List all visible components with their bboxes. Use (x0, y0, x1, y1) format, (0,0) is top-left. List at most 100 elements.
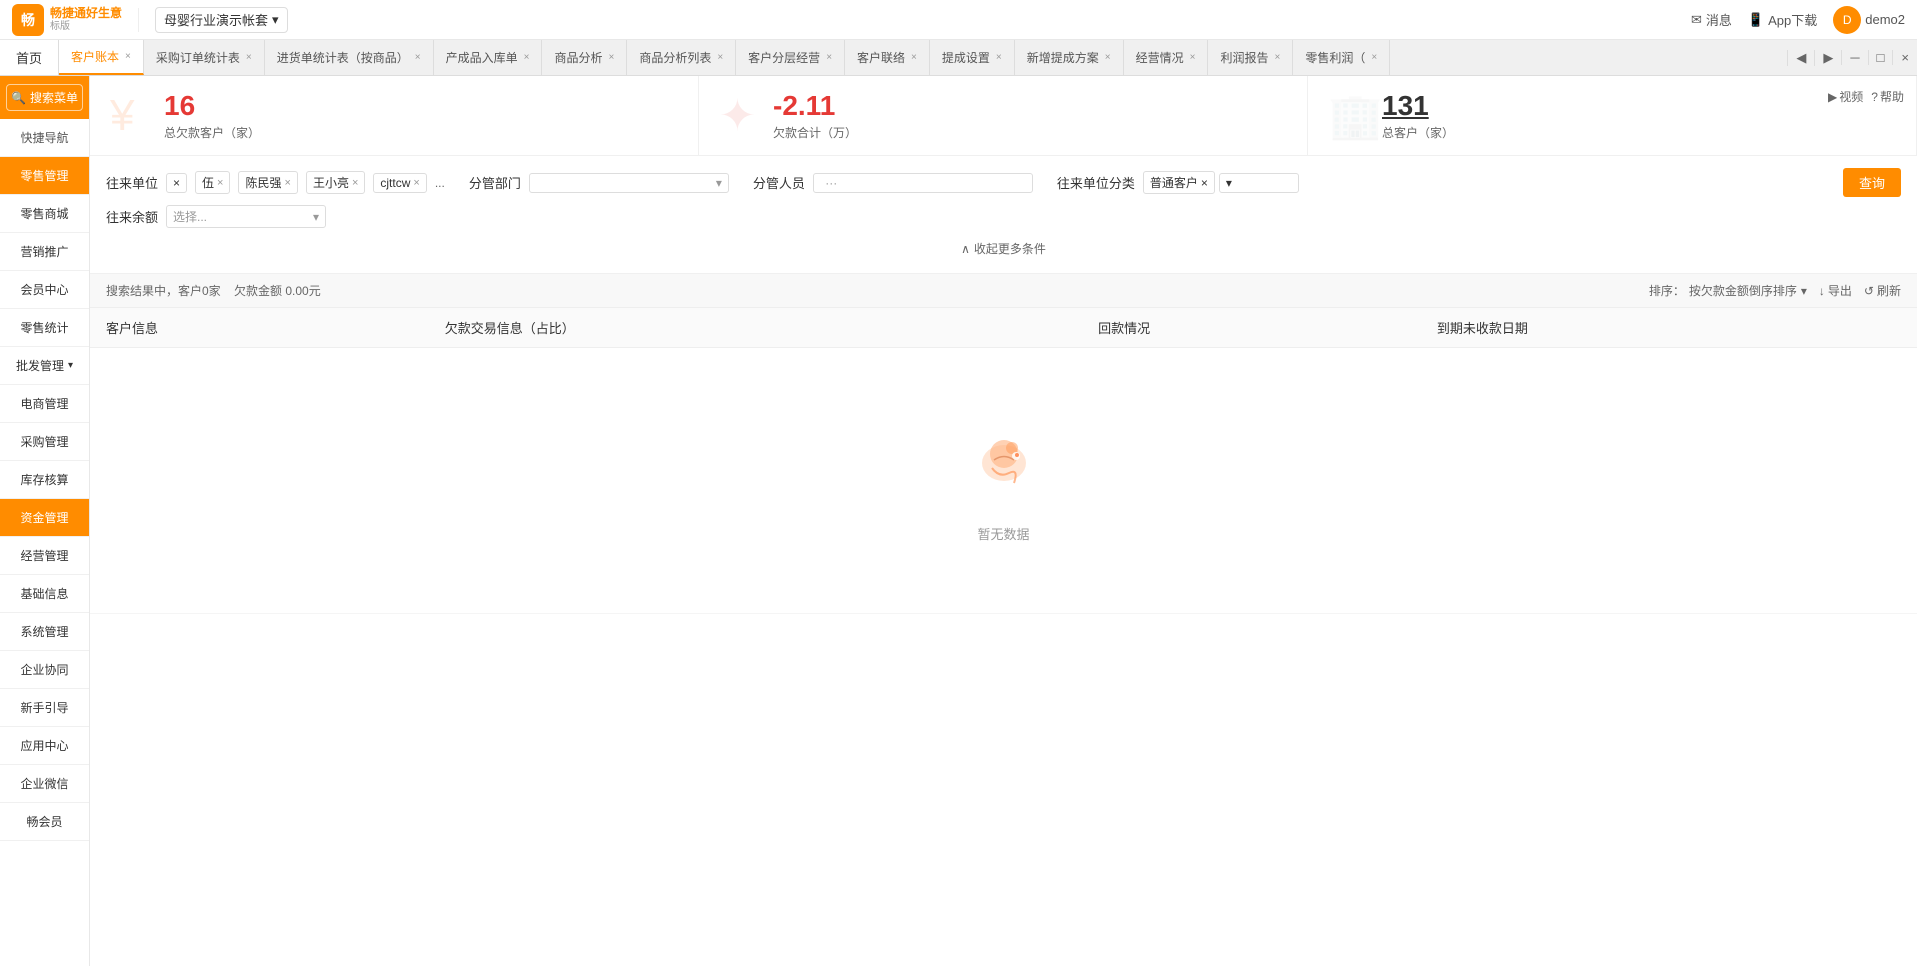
close-tag-cjttcw[interactable]: × (413, 177, 419, 189)
tab-add-plan[interactable]: 新增提成方案 × (1015, 40, 1124, 75)
sidebar-item-marketing[interactable]: 营销推广 (0, 233, 89, 271)
sidebar-item-vip[interactable]: 畅会员 (0, 803, 89, 841)
filter-tag-unit-placeholder: × (166, 173, 187, 193)
empty-text: 暂无数据 (977, 524, 1029, 543)
col-overdue-info: 欠款交易信息（占比） (429, 308, 1082, 348)
tab-product-in[interactable]: 产成品入库单 × (434, 40, 543, 75)
help-btn[interactable]: ? 帮助 (1871, 88, 1904, 105)
sidebar-item-member[interactable]: 会员中心 (0, 271, 89, 309)
video-btn[interactable]: ▶ 视频 (1828, 88, 1863, 105)
stat-right-actions: ▶ 视频 ? 帮助 (1828, 88, 1904, 105)
tab-close-promotion[interactable]: × (996, 52, 1002, 63)
tab-nav-next[interactable]: ▶ (1814, 50, 1841, 66)
collapse-btn[interactable]: ∧ 收起更多条件 (961, 240, 1046, 257)
tab-maximize[interactable]: □ (1868, 50, 1893, 65)
stat-all-customers: 🏢 131 总客户（家） ▶ 视频 ? 帮助 (1308, 76, 1917, 155)
tab-close-purchase[interactable]: × (246, 52, 252, 63)
sidebar-item-system[interactable]: 系统管理 (0, 613, 89, 651)
stat-value-amount: -2.11 (773, 90, 857, 122)
sidebar-item-retail-mgmt[interactable]: 零售管理 (0, 157, 89, 195)
tab-close-plan[interactable]: × (1105, 52, 1111, 63)
classify-tag: 普通客户 × (1143, 171, 1215, 194)
stat-value-all: 131 (1382, 90, 1454, 122)
sidebar-item-inventory[interactable]: 库存核算 (0, 461, 89, 499)
tab-minimize[interactable]: ─ (1841, 50, 1867, 65)
tab-bar: 首页 客户账本 × 采购订单统计表 × 进货单统计表（按商品） × 产成品入库单… (0, 40, 1917, 76)
tab-close-contact[interactable]: × (911, 52, 917, 63)
stat-value-customers: 16 (164, 90, 260, 122)
sidebar-item-app-center[interactable]: 应用中心 (0, 727, 89, 765)
tab-customer-book[interactable]: 客户账本 × (59, 40, 144, 75)
close-tag-wu[interactable]: × (217, 177, 223, 189)
tab-close-stock[interactable]: × (415, 52, 421, 63)
balance-input[interactable]: 选择... ▾ (166, 205, 326, 228)
sidebar-item-capital[interactable]: 资金管理 (0, 499, 89, 537)
tab-close-all[interactable]: × (1892, 50, 1917, 65)
sidebar-item-ecommerce[interactable]: 电商管理 (0, 385, 89, 423)
tab-product-analysis[interactable]: 商品分析 × (542, 40, 627, 75)
tab-profit[interactable]: 利润报告 × (1208, 40, 1293, 75)
sidebar-item-wholesale[interactable]: 批发管理 ▾ (0, 347, 89, 385)
search-icon: 🔍 (11, 91, 26, 105)
tab-close-profit[interactable]: × (1274, 52, 1280, 63)
user-avatar[interactable]: D demo2 (1833, 6, 1905, 34)
store-selector[interactable]: 母婴行业演示帐套 ▾ (155, 7, 288, 33)
message-btn[interactable]: ✉ 消息 (1691, 10, 1732, 29)
result-bar: 搜索结果中，客户0家 欠款金额 0.00元 排序： 按欠款金额倒序排序 ▾ ↓ … (90, 274, 1917, 308)
tab-product-analysis-list[interactable]: 商品分析列表 × (627, 40, 736, 75)
sidebar-item-retail-mall[interactable]: 零售商城 (0, 195, 89, 233)
tab-close-operations[interactable]: × (1190, 52, 1196, 63)
sidebar-item-quick-nav[interactable]: 快捷导航 (0, 119, 89, 157)
close-classify[interactable]: × (1201, 176, 1208, 190)
sidebar-item-basic-info[interactable]: 基础信息 (0, 575, 89, 613)
empty-row: 暂无数据 (90, 348, 1917, 614)
sort-selector[interactable]: 排序： 按欠款金额倒序排序 ▾ (1649, 282, 1807, 299)
tab-operations[interactable]: 经营情况 × (1124, 40, 1209, 75)
refresh-btn[interactable]: ↺ 刷新 (1864, 282, 1901, 299)
tab-stock-stats[interactable]: 进货单统计表（按商品） × (265, 40, 434, 75)
tab-retail-profit[interactable]: 零售利润（ × (1293, 40, 1390, 75)
tab-close-customer-book[interactable]: × (125, 51, 131, 62)
tab-nav-prev[interactable]: ◀ (1787, 50, 1814, 66)
sidebar-item-retail-stats[interactable]: 零售统计 (0, 309, 89, 347)
tab-purchase-order[interactable]: 采购订单统计表 × (144, 40, 265, 75)
tab-close-product-in[interactable]: × (524, 52, 530, 63)
classify-dropdown[interactable]: ▾ (1219, 173, 1299, 193)
sidebar-item-new-guide[interactable]: 新手引导 (0, 689, 89, 727)
tab-customer-contact[interactable]: 客户联络 × (845, 40, 930, 75)
avatar: D (1833, 6, 1861, 34)
app-download-btn[interactable]: 📱 App下载 (1748, 10, 1817, 29)
tab-close-analysis[interactable]: × (608, 52, 614, 63)
search-menu-btn[interactable]: 🔍 搜索菜单 (6, 84, 83, 111)
table-header-row: 客户信息 欠款交易信息（占比） 回款情况 到期未收款日期 (90, 308, 1917, 348)
col-repayment: 回款情况 (1082, 308, 1421, 348)
filter-tag-wang: 王小亮 × (306, 171, 365, 194)
sidebar-item-operation[interactable]: 经营管理 (0, 537, 89, 575)
tab-customer-segment[interactable]: 客户分层经营 × (736, 40, 845, 75)
sidebar-item-enterprise-wechat[interactable]: 企业微信 (0, 765, 89, 803)
sidebar-item-enterprise-coop[interactable]: 企业协同 (0, 651, 89, 689)
personnel-more-icon: ··· (825, 176, 837, 190)
export-btn[interactable]: ↓ 导出 (1819, 282, 1852, 299)
tab-promotion-settings[interactable]: 提成设置 × (930, 40, 1015, 75)
stat-label-customers: 总欠款客户（家） (164, 124, 260, 141)
dept-input[interactable]: ▾ (529, 173, 729, 193)
filter-more-btn[interactable]: ... (435, 176, 445, 190)
sidebar-item-purchase[interactable]: 采购管理 (0, 423, 89, 461)
personnel-label: 分管人员 (753, 173, 805, 192)
close-tag-wang[interactable]: × (352, 177, 358, 189)
query-btn[interactable]: 查询 (1843, 168, 1901, 197)
col-customer-info: 客户信息 (90, 308, 429, 348)
filter-row-2: 往来余额 选择... ▾ (106, 205, 1901, 228)
logo-text: 畅捷通好生意 (50, 6, 122, 20)
tab-close-analysis-list[interactable]: × (717, 52, 723, 63)
col-due-date: 到期未收款日期 (1421, 308, 1917, 348)
top-header: 畅 畅捷通好生意 标版 母婴行业演示帐套 ▾ ✉ 消息 📱 App下载 D de… (0, 0, 1917, 40)
tab-close-segment[interactable]: × (826, 52, 832, 63)
app-icon: 📱 (1748, 12, 1764, 28)
stat-info-customers: 16 总欠款客户（家） (164, 90, 260, 141)
close-tag-chen[interactable]: × (285, 177, 291, 189)
tab-home[interactable]: 首页 (0, 40, 59, 75)
personnel-input[interactable]: ··· (813, 173, 1033, 193)
tab-close-retail-profit[interactable]: × (1371, 52, 1377, 63)
